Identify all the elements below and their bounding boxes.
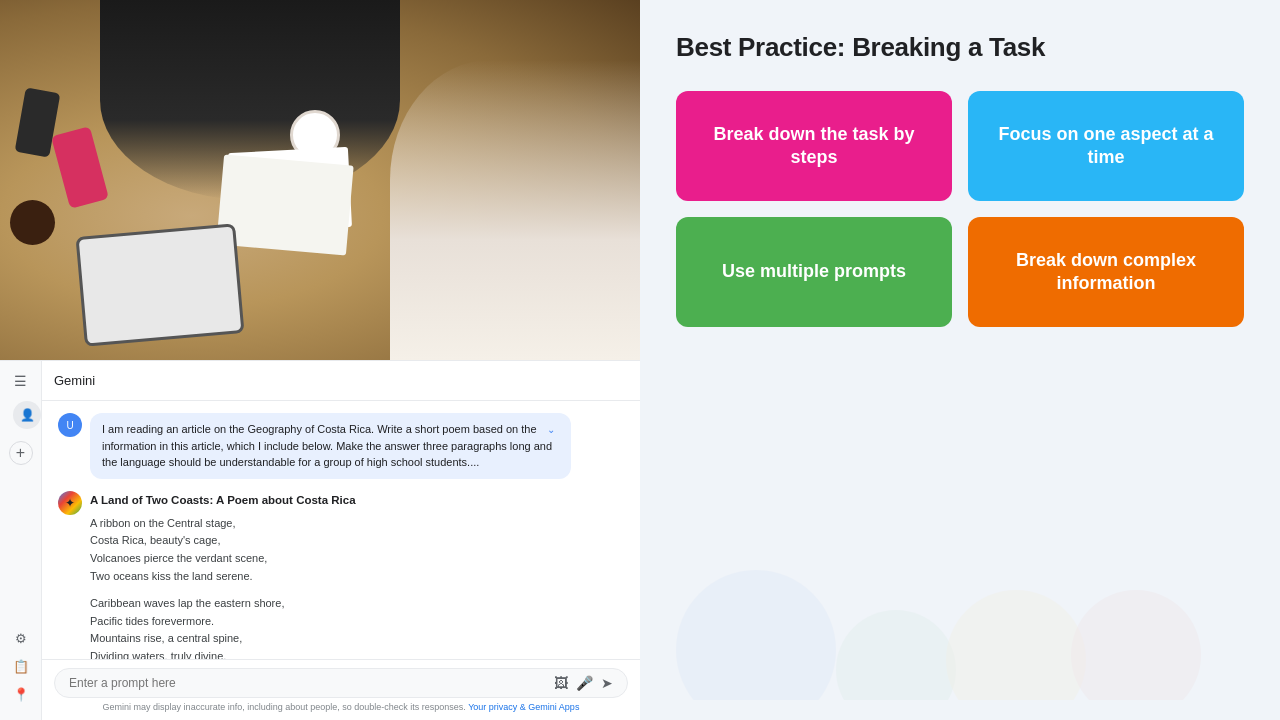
right-panel: Best Practice: Breaking a Task Break dow… xyxy=(640,0,1280,720)
card-label-3: Use multiple prompts xyxy=(722,260,906,283)
card-label-4: Break down complex information xyxy=(988,249,1224,296)
settings-icon[interactable]: ⚙ xyxy=(11,628,31,648)
gemini-avatar: ✦ xyxy=(58,491,82,515)
card-label-1: Break down the task by steps xyxy=(696,123,932,170)
user-message-text: I am reading an article on the Geography… xyxy=(102,423,552,468)
chat-footer: 🖼 🎤 ➤ Gemini may display inaccurate info… xyxy=(42,659,640,720)
ai-response-title: A Land of Two Coasts: A Poem about Costa… xyxy=(90,491,624,509)
expand-message-icon[interactable]: ⌄ xyxy=(543,421,559,437)
chat-title: Gemini xyxy=(54,373,95,388)
user-message: U I am reading an article on the Geograp… xyxy=(58,413,624,479)
coffee-cup xyxy=(10,200,55,245)
ai-content: A Land of Two Coasts: A Poem about Costa… xyxy=(90,491,624,660)
clipboard-icon[interactable]: 📋 xyxy=(11,656,31,676)
send-icon[interactable]: ➤ xyxy=(601,675,613,691)
location-icon[interactable]: 📍 xyxy=(11,684,31,704)
card-focus-one-aspect[interactable]: Focus on one aspect at a time xyxy=(968,91,1244,201)
image-upload-icon[interactable]: 🖼 xyxy=(554,675,568,691)
privacy-link[interactable]: Your privacy & Gemini Apps xyxy=(468,702,579,712)
card-label-2: Focus on one aspect at a time xyxy=(988,123,1224,170)
ai-stanza-2: Caribbean waves lap the eastern shore, P… xyxy=(90,595,624,659)
chat-disclaimer: Gemini may display inaccurate info, incl… xyxy=(54,702,628,712)
menu-icon[interactable]: ☰ xyxy=(9,369,33,393)
microphone-icon[interactable]: 🎤 xyxy=(576,675,593,691)
chat-input-bar: 🖼 🎤 ➤ xyxy=(54,668,628,698)
chat-header: Gemini xyxy=(42,361,640,401)
user-bubble: I am reading an article on the Geography… xyxy=(90,413,571,479)
hero-image xyxy=(0,0,640,360)
ai-stanza-1: A ribbon on the Central stage, Costa Ric… xyxy=(90,515,624,585)
person-silhouette-bottom xyxy=(390,60,640,360)
profile-avatar[interactable]: 👤 xyxy=(13,401,41,429)
chat-panel: ☰ 👤 + ⚙ 📋 📍 Gemini U I am rea xyxy=(0,360,640,720)
new-chat-button[interactable]: + xyxy=(9,441,33,465)
card-break-down-steps[interactable]: Break down the task by steps xyxy=(676,91,952,201)
user-avatar: U xyxy=(58,413,82,437)
tablet-device xyxy=(76,223,245,347)
chat-main: Gemini U I am reading an article on the … xyxy=(42,361,640,720)
chat-input[interactable] xyxy=(69,676,546,690)
card-multiple-prompts[interactable]: Use multiple prompts xyxy=(676,217,952,327)
left-panel: ☰ 👤 + ⚙ 📋 📍 Gemini U I am rea xyxy=(0,0,640,720)
chat-body[interactable]: U I am reading an article on the Geograp… xyxy=(42,401,640,659)
ai-message: ✦ A Land of Two Coasts: A Poem about Cos… xyxy=(58,491,624,660)
sidebar-bottom-icons: ⚙ 📋 📍 xyxy=(11,628,31,712)
card-break-down-complex[interactable]: Break down complex information xyxy=(968,217,1244,327)
cards-grid: Break down the task by steps Focus on on… xyxy=(676,91,1244,688)
page-title: Best Practice: Breaking a Task xyxy=(676,32,1244,63)
paper-document-2 xyxy=(216,155,353,256)
chat-sidebar: ☰ 👤 + ⚙ 📋 📍 xyxy=(0,361,42,720)
